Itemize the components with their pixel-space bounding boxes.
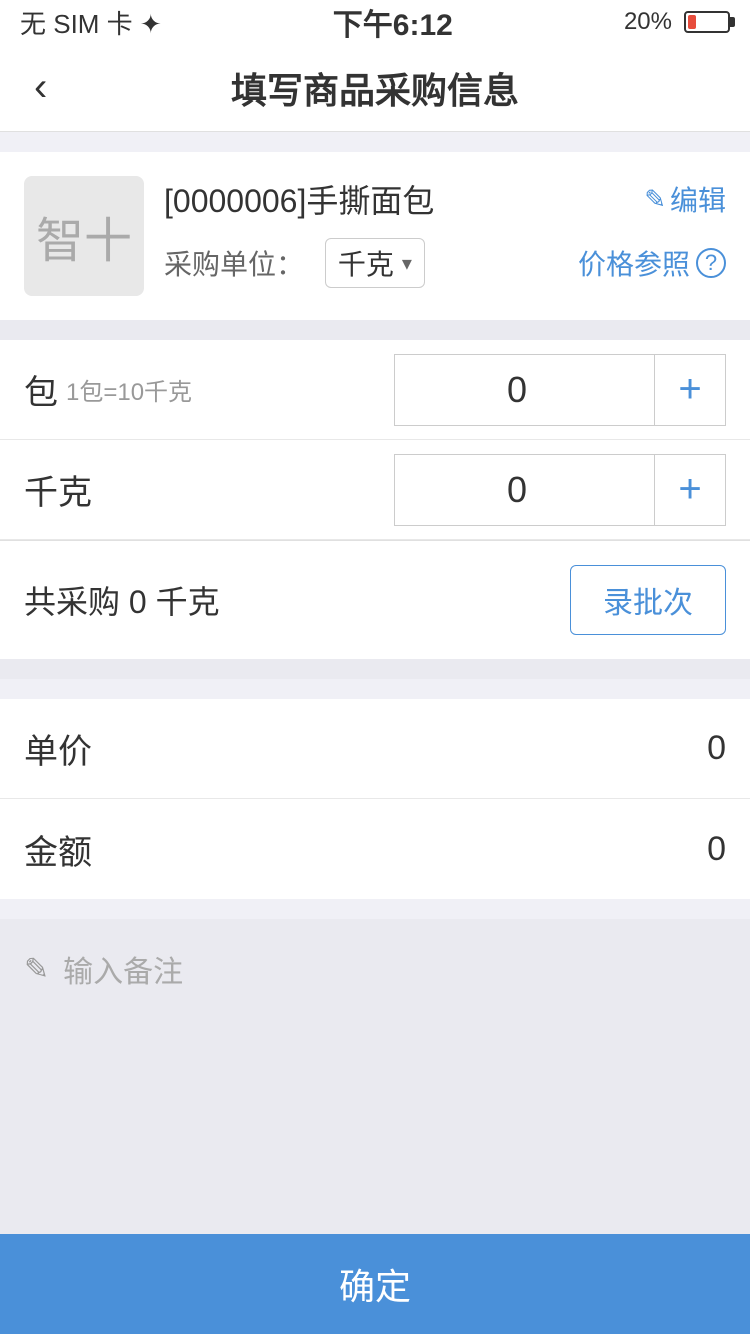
quantity-input-bag[interactable]	[394, 354, 654, 426]
price-section: 单价 0 金额 0	[0, 699, 750, 899]
product-image: 智十	[24, 176, 144, 296]
unit-row: 采购单位： 千克 ▾ 价格参照 ?	[164, 238, 726, 288]
unit-price-label: 单价	[24, 724, 92, 773]
price-row-amount: 金额 0	[0, 799, 750, 899]
quantity-label-kg: 千克	[24, 465, 92, 514]
notes-placeholder: 输入备注	[63, 947, 183, 991]
price-row-unit: 单价 0	[0, 699, 750, 799]
chevron-down-icon: ▾	[402, 251, 412, 276]
quantity-input-wrap-kg: +	[394, 454, 726, 526]
record-batch-button[interactable]: 录批次	[570, 565, 726, 635]
unit-value: 千克	[338, 243, 394, 283]
quantity-row-bag: 包 1包=10千克 +	[0, 340, 750, 440]
status-carrier: 无 SIM 卡 ✦	[20, 4, 162, 41]
status-bar: 无 SIM 卡 ✦ 下午6:12 20%	[0, 0, 750, 44]
section-divider-2	[0, 659, 750, 679]
product-name-row: [0000006]手撕面包 ✎ 编辑	[164, 176, 726, 222]
quantity-row-kg: 千克 +	[0, 440, 750, 540]
status-right: 20%	[624, 8, 730, 36]
help-icon[interactable]: ?	[696, 248, 726, 278]
section-divider	[0, 320, 750, 340]
amount-value: 0	[707, 830, 726, 869]
notes-section[interactable]: ✎ 输入备注	[0, 919, 750, 1019]
quantity-input-wrap-bag: +	[394, 354, 726, 426]
unit-select[interactable]: 千克 ▾	[325, 238, 425, 288]
amount-label: 金额	[24, 825, 92, 874]
plus-button-bag[interactable]: +	[654, 354, 726, 426]
plus-button-kg[interactable]: +	[654, 454, 726, 526]
edit-icon: ✎	[644, 184, 666, 215]
price-ref-button[interactable]: 价格参照 ?	[578, 243, 726, 283]
confirm-button[interactable]: 确定	[0, 1234, 750, 1334]
quantity-sublabel-bag: 1包=10千克	[66, 372, 192, 407]
product-info: [0000006]手撕面包 ✎ 编辑 采购单位： 千克 ▾ 价格参照 ?	[164, 176, 726, 288]
quantity-label-bag: 包	[24, 365, 58, 414]
battery-percent: 20%	[624, 8, 672, 36]
status-time: 下午6:12	[333, 0, 453, 44]
unit-label: 采购单位：	[164, 249, 304, 280]
edit-button[interactable]: ✎ 编辑	[644, 179, 726, 219]
quantity-section: 包 1包=10千克 + 千克 +	[0, 340, 750, 540]
back-button[interactable]: ‹	[24, 55, 57, 120]
product-card: 智十 [0000006]手撕面包 ✎ 编辑 采购单位： 千克 ▾ 价格参照 ?	[0, 152, 750, 320]
nav-bar: ‹ 填写商品采购信息	[0, 44, 750, 132]
product-name: [0000006]手撕面包	[164, 176, 434, 222]
battery-icon	[684, 11, 730, 33]
summary-row: 共采购 0 千克 录批次	[0, 540, 750, 659]
product-logo: 智十	[36, 201, 132, 271]
unit-price-value: 0	[707, 729, 726, 768]
pencil-icon: ✎	[24, 952, 49, 987]
summary-text: 共采购 0 千克	[24, 577, 220, 623]
page-title: 填写商品采购信息	[231, 62, 519, 114]
unit-select-wrap: 采购单位： 千克 ▾	[164, 238, 425, 288]
quantity-input-kg[interactable]	[394, 454, 654, 526]
